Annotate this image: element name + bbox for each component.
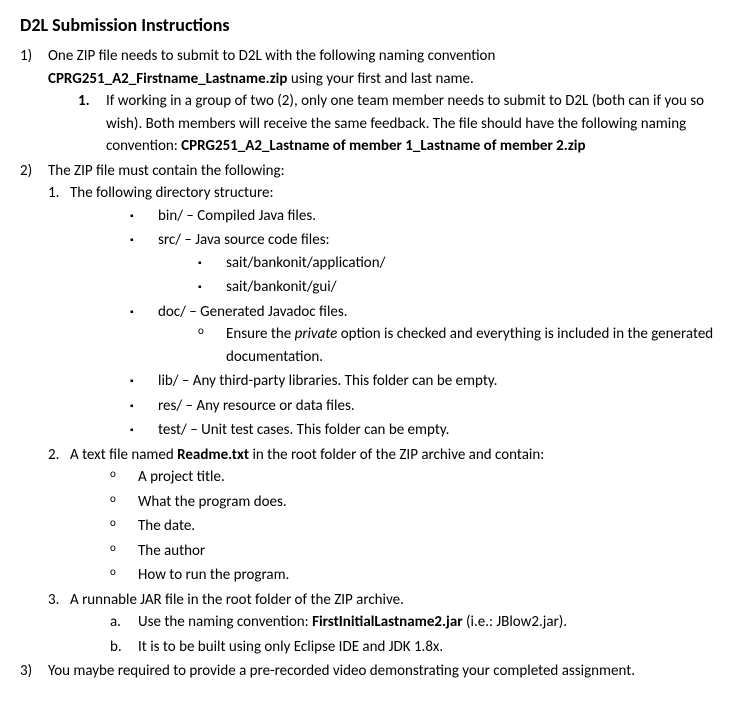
marker: 3) [20, 660, 32, 683]
dir-test: test/ – Unit test cases. This folder can… [158, 421, 449, 439]
marker: 1. [48, 182, 59, 205]
marker: 1) [20, 45, 32, 68]
circle-icon: o [110, 540, 116, 557]
list-item: ▪ sait/bankonit/application/ [198, 252, 732, 275]
text: Ensure the [226, 325, 295, 343]
jar-list: a. Use the naming convention: FirstInitia… [70, 611, 732, 658]
text: The ZIP file must contain the following: [48, 162, 285, 180]
list-item: 2) The ZIP file must contain the followi… [20, 160, 732, 659]
list-item: 3) You maybe required to provide a pre-r… [20, 660, 732, 683]
list-item: o The author [110, 540, 732, 563]
text: The date. [138, 517, 195, 535]
list-item: oEnsure the private option is checked an… [198, 323, 732, 368]
dir-res: res/ – Any resource or data files. [158, 397, 355, 415]
list-item: 1. The following directory structure: ▪ b… [48, 182, 732, 442]
sub-list: 1. The following directory structure: ▪ b… [48, 182, 732, 658]
text: The author [138, 542, 205, 560]
square-icon: ▪ [198, 279, 202, 294]
marker: 2) [20, 160, 32, 183]
main-list: 1) One ZIP file needs to submit to D2L w… [20, 45, 732, 683]
text: using your first and last name. [287, 70, 473, 88]
list-item: ▪ test/ – Unit test cases. This folder ca… [130, 419, 732, 442]
list-item: ▪ bin/ – Compiled Java files. [130, 205, 732, 228]
list-item: 2. A text file named Readme.txt in the r… [48, 444, 732, 587]
square-icon: ▪ [130, 208, 134, 223]
list-item: o A project title. [110, 466, 732, 489]
list-item: o What the program does. [110, 491, 732, 514]
list-item: ▪ src/ – Java source code files: ▪ sait/ba… [130, 229, 732, 299]
circle-icon: o [110, 564, 116, 581]
list-item: b. It is to be built using only Eclipse I… [110, 636, 732, 659]
text: The following directory structure: [70, 184, 273, 202]
circle-icon: o [110, 466, 116, 483]
text: Use the naming convention: [138, 613, 312, 631]
list-item: 1. If working in a group of two (2), onl… [78, 90, 732, 158]
dir-list: ▪ bin/ – Compiled Java files. ▪ src/ – Jav… [70, 205, 732, 442]
list-item: o How to run the program. [110, 564, 732, 587]
dir-doc: doc/ – Generated Javadoc files. [158, 303, 348, 321]
group-filename-convention: CPRG251_A2_Lastname of member 1_Lastname… [181, 137, 585, 155]
circle-icon: o [110, 515, 116, 532]
private-option: private [295, 325, 338, 343]
sub-list: 1. If working in a group of two (2), onl… [48, 90, 732, 158]
readme-filename: Readme.txt [177, 446, 249, 464]
text: A runnable JAR file in the root folder o… [70, 591, 404, 609]
text: It is to be built using only Eclipse IDE… [138, 638, 443, 656]
list-item: ▪ res/ – Any resource or data files. [130, 395, 732, 418]
text: How to run the program. [138, 566, 289, 584]
list-item: 1) One ZIP file needs to submit to D2L w… [20, 45, 732, 158]
list-item: ▪ lib/ – Any third-party libraries. This … [130, 370, 732, 393]
list-item: a. Use the naming convention: FirstInitia… [110, 611, 732, 634]
marker: b. [110, 636, 122, 659]
text: A text file named [70, 446, 177, 464]
doc-note-list: oEnsure the private option is checked an… [158, 323, 732, 368]
src-path: sait/bankonit/application/ [226, 254, 385, 272]
text: You maybe required to provide a pre-reco… [48, 662, 635, 680]
square-icon: ▪ [130, 373, 134, 388]
text: What the program does. [138, 493, 287, 511]
list-item: ▪ sait/bankonit/gui/ [198, 276, 732, 299]
marker: 3. [48, 589, 59, 612]
dir-src: src/ – Java source code files: [158, 231, 330, 249]
circle-icon: o [198, 323, 204, 340]
readme-list: o A project title. o What the program does… [70, 466, 732, 587]
src-sub-list: ▪ sait/bankonit/application/ ▪ sait/bankon… [158, 252, 732, 299]
circle-icon: o [110, 491, 116, 508]
square-icon: ▪ [130, 304, 134, 319]
marker: 2. [48, 444, 59, 467]
filename-convention: CPRG251_A2_Firstname_Lastname.zip [48, 70, 287, 88]
dir-bin: bin/ – Compiled Java files. [158, 207, 316, 225]
list-item: ▪ doc/ – Generated Javadoc files. o Ensure… [130, 301, 732, 369]
square-icon: ▪ [198, 255, 202, 270]
page-title: D2L Submission Instructions [20, 12, 732, 39]
text: One ZIP file needs to submit to D2L with… [48, 47, 495, 65]
text: in the root folder of the ZIP archive an… [249, 446, 544, 464]
src-path: sait/bankonit/gui/ [226, 278, 337, 296]
marker: 1. [78, 90, 90, 113]
list-item: 3. A runnable JAR file in the root folde… [48, 589, 732, 659]
square-icon: ▪ [130, 398, 134, 413]
square-icon: ▪ [130, 232, 134, 247]
jar-filename-convention: FirstInitialLastname2.jar [312, 613, 462, 631]
text: A project title. [138, 468, 225, 486]
list-item: o The date. [110, 515, 732, 538]
dir-lib: lib/ – Any third-party libraries. This f… [158, 372, 497, 390]
marker: a. [110, 611, 121, 634]
square-icon: ▪ [130, 422, 134, 437]
text: (i.e.: JBlow2.jar). [463, 613, 568, 631]
